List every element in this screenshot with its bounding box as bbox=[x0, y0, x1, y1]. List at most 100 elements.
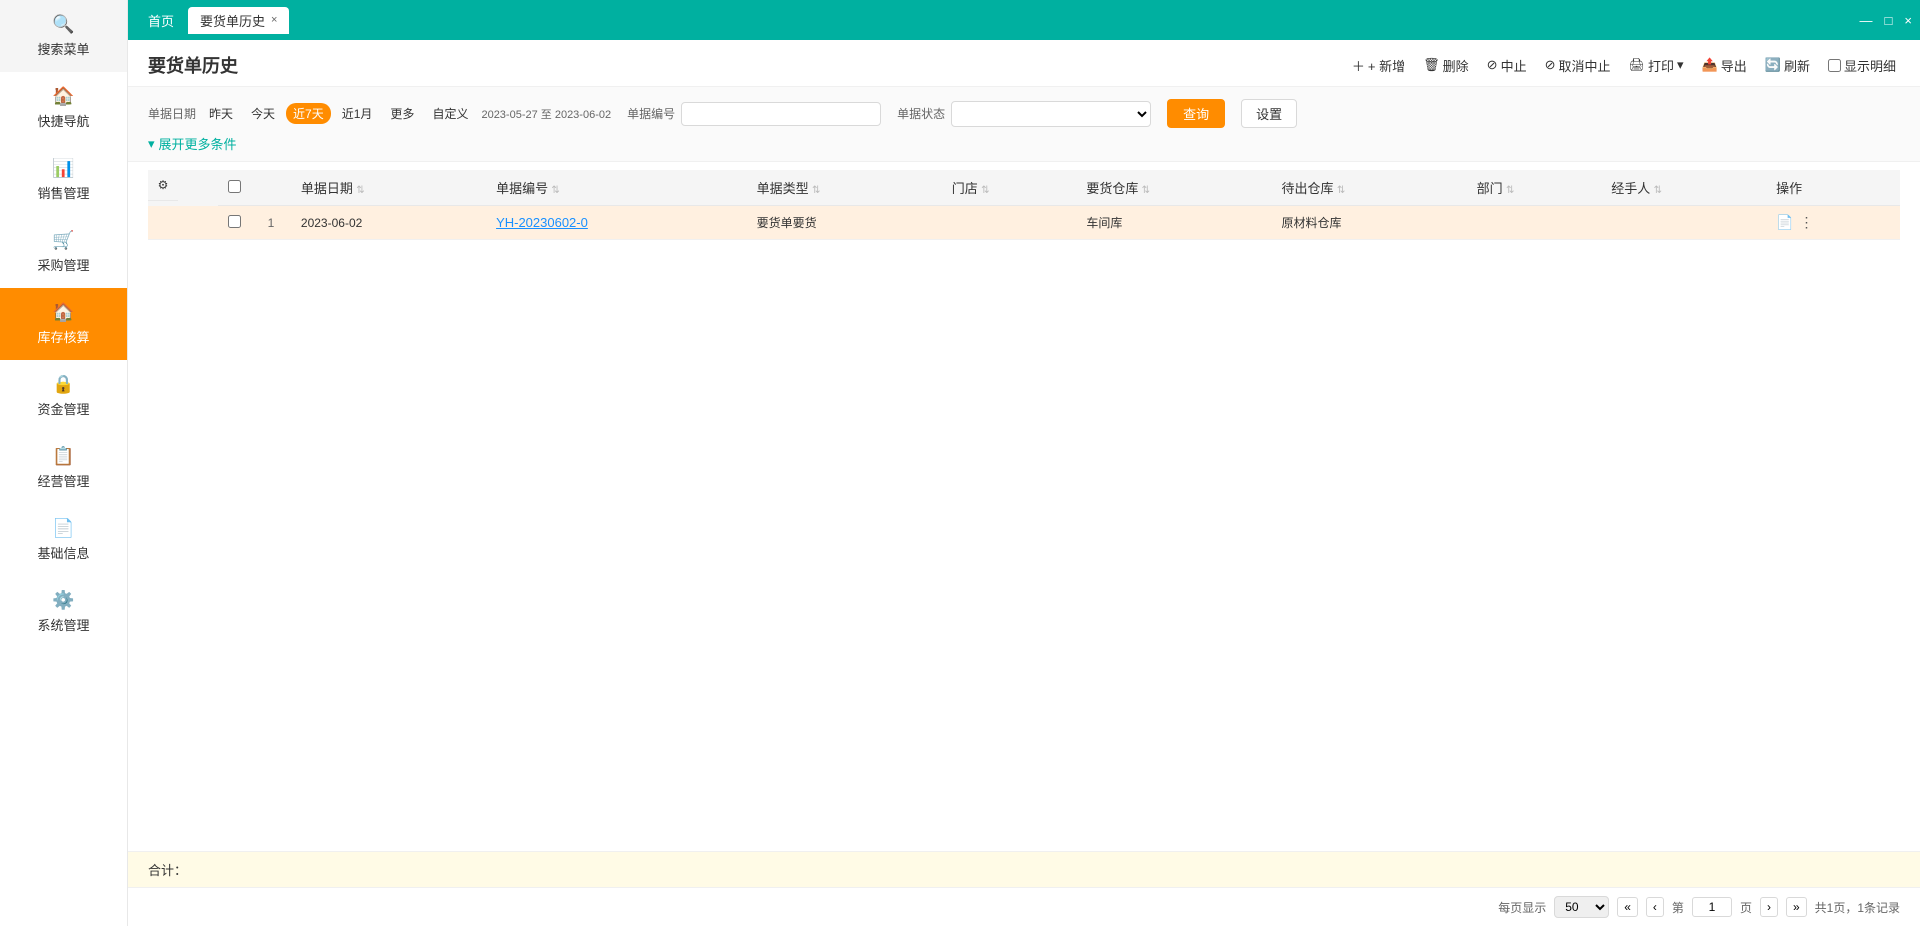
tab-active[interactable]: 要货单历史 × bbox=[188, 7, 289, 34]
window-maximize[interactable]: □ bbox=[1885, 13, 1893, 28]
show-detail-toggle[interactable]: 显示明细 bbox=[1824, 54, 1900, 77]
reqwh-sort-icon: ⇅ bbox=[1142, 185, 1150, 196]
next-page-button[interactable]: › bbox=[1760, 897, 1778, 917]
search-icon: 🔍 bbox=[52, 14, 74, 35]
date-1month[interactable]: 近1月 bbox=[335, 103, 380, 124]
query-button[interactable]: 查询 bbox=[1167, 99, 1225, 128]
sidebar-item-inventory[interactable]: 🏠 库存核算 bbox=[0, 288, 127, 360]
sidebar-item-finance[interactable]: 🔒 资金管理 bbox=[0, 360, 127, 432]
date-yesterday[interactable]: 昨天 bbox=[202, 103, 240, 124]
page-size-select[interactable]: 50 100 bbox=[1554, 896, 1609, 918]
window-minimize[interactable]: — bbox=[1860, 13, 1873, 28]
sidebar-item-purchase[interactable]: 🛒 采购管理 bbox=[0, 216, 127, 288]
status-filter-group: 单据状态 bbox=[897, 101, 1151, 127]
th-checkbox bbox=[218, 170, 251, 206]
tab-active-label: 要货单历史 bbox=[200, 11, 265, 30]
th-date[interactable]: 单据日期 ⇅ bbox=[291, 170, 486, 206]
sidebar-item-label: 经营管理 bbox=[37, 471, 89, 490]
row-more-icon[interactable]: ⋮ bbox=[1800, 214, 1814, 231]
date-range-buttons: 昨天 今天 近7天 近1月 更多 自定义 bbox=[202, 103, 475, 124]
row-pending-warehouse: 原材料仓库 bbox=[1271, 206, 1466, 240]
sidebar-item-search[interactable]: 🔍 搜索菜单 bbox=[0, 0, 127, 72]
sidebar: 🔍 搜索菜单 🏠 快捷导航 📊 销售管理 🛒 采购管理 🏠 库存核算 🔒 资金管… bbox=[0, 0, 128, 926]
expand-down-icon: ▾ bbox=[148, 136, 155, 152]
tab-close-icon[interactable]: × bbox=[271, 14, 277, 26]
date-7days[interactable]: 近7天 bbox=[286, 103, 331, 124]
row-checkbox-cell[interactable] bbox=[218, 206, 251, 240]
data-table: ⚙ 单据日期 ⇅ 单据编号 ⇅ bbox=[148, 170, 1900, 240]
row-view-icon[interactable]: 📄 bbox=[1776, 214, 1793, 231]
sidebar-item-operation[interactable]: 📋 经营管理 bbox=[0, 432, 127, 504]
last-page-button[interactable]: » bbox=[1786, 897, 1807, 917]
page-label: 第 bbox=[1672, 899, 1684, 916]
export-button[interactable]: 📤 导出 bbox=[1698, 54, 1751, 77]
purchase-icon: 🛒 bbox=[52, 230, 74, 251]
th-bill-type[interactable]: 单据类型 ⇅ bbox=[747, 170, 942, 206]
tab-home[interactable]: 首页 bbox=[136, 7, 186, 34]
th-handler[interactable]: 经手人 ⇅ bbox=[1601, 170, 1766, 206]
sidebar-item-label: 资金管理 bbox=[37, 399, 89, 418]
sidebar-item-label: 系统管理 bbox=[37, 615, 89, 634]
bill-no-filter-group: 单据编号 bbox=[627, 102, 881, 126]
sidebar-item-shortcut[interactable]: 🏠 快捷导航 bbox=[0, 72, 127, 144]
show-detail-checkbox[interactable] bbox=[1828, 59, 1841, 72]
sidebar-item-basic[interactable]: 📄 基础信息 bbox=[0, 504, 127, 576]
th-bill-no[interactable]: 单据编号 ⇅ bbox=[486, 170, 747, 206]
row-bill-type: 要货单要货 bbox=[747, 206, 942, 240]
window-close[interactable]: × bbox=[1904, 13, 1912, 28]
expand-filter-button[interactable]: ▾ 展开更多条件 bbox=[148, 134, 1900, 153]
settings-button[interactable]: 设置 bbox=[1241, 99, 1297, 128]
page-suffix: 页 bbox=[1740, 899, 1752, 916]
prev-page-button[interactable]: ‹ bbox=[1646, 897, 1664, 917]
row-bill-no[interactable]: YH-20230602-0 bbox=[486, 206, 747, 240]
first-page-button[interactable]: « bbox=[1617, 897, 1638, 917]
main-area: 首页 要货单历史 × — □ × 要货单历史 ＋ + 新增 🗑 删除 bbox=[128, 0, 1920, 926]
cancel-stop-icon: ⊘ bbox=[1545, 57, 1556, 73]
delete-icon: 🗑 bbox=[1423, 57, 1440, 73]
sidebar-item-label: 采购管理 bbox=[37, 255, 89, 274]
basic-icon: 📄 bbox=[52, 518, 74, 539]
sidebar-item-label: 销售管理 bbox=[37, 183, 89, 202]
sidebar-item-label: 搜索菜单 bbox=[37, 39, 89, 58]
th-req-warehouse[interactable]: 要货仓库 ⇅ bbox=[1076, 170, 1271, 206]
th-num bbox=[251, 170, 291, 206]
row-checkbox[interactable] bbox=[228, 215, 241, 228]
footer-total: 合计： bbox=[128, 851, 1920, 887]
date-more[interactable]: 更多 bbox=[383, 103, 421, 124]
table-header-row: ⚙ 单据日期 ⇅ 单据编号 ⇅ bbox=[148, 170, 1900, 206]
refresh-button[interactable]: 🔄 刷新 bbox=[1761, 54, 1814, 77]
select-all-checkbox[interactable] bbox=[228, 180, 241, 193]
table-row: 1 2023-06-02 YH-20230602-0 要货单要货 车间库 原材料… bbox=[148, 206, 1900, 240]
page-number-input[interactable] bbox=[1692, 897, 1732, 917]
th-department[interactable]: 部门 ⇅ bbox=[1467, 170, 1602, 206]
status-select[interactable] bbox=[951, 101, 1151, 127]
date-today[interactable]: 今天 bbox=[244, 103, 282, 124]
cancel-stop-button[interactable]: ⊘ 取消中止 bbox=[1541, 54, 1615, 77]
print-button[interactable]: 🖨 打印 ▾ bbox=[1625, 54, 1688, 77]
bill-no-input[interactable] bbox=[681, 102, 881, 126]
row-department bbox=[1467, 206, 1602, 240]
date-custom[interactable]: 自定义 bbox=[425, 103, 475, 124]
th-pending-warehouse[interactable]: 待出仓库 ⇅ bbox=[1271, 170, 1466, 206]
filter-area: 单据日期 昨天 今天 近7天 近1月 更多 自定义 2023-05-27 至 2… bbox=[128, 87, 1920, 162]
total-info: 共1页，1条记录 bbox=[1815, 899, 1900, 916]
sidebar-item-sales[interactable]: 📊 销售管理 bbox=[0, 144, 127, 216]
row-date: 2023-06-02 bbox=[291, 206, 486, 240]
stop-icon: ⊘ bbox=[1487, 57, 1498, 73]
delete-button[interactable]: 🗑 删除 bbox=[1419, 54, 1473, 77]
page-size-label: 每页显示 bbox=[1498, 899, 1546, 916]
th-store[interactable]: 门店 ⇅ bbox=[942, 170, 1077, 206]
billtype-sort-icon: ⇅ bbox=[812, 185, 820, 196]
handler-sort-icon: ⇅ bbox=[1654, 185, 1662, 196]
sidebar-item-system[interactable]: ⚙️ 系统管理 bbox=[0, 576, 127, 648]
new-icon: ＋ bbox=[1352, 56, 1365, 75]
th-settings[interactable]: ⚙ bbox=[148, 170, 178, 201]
inventory-icon: 🏠 bbox=[52, 302, 74, 323]
sidebar-item-label: 基础信息 bbox=[37, 543, 89, 562]
page-title: 要货单历史 bbox=[148, 52, 1348, 78]
row-store bbox=[942, 206, 1077, 240]
stop-button[interactable]: ⊘ 中止 bbox=[1483, 54, 1531, 77]
row-action: 📄 ⋮ bbox=[1766, 206, 1900, 240]
date-sort-icon: ⇅ bbox=[356, 185, 364, 196]
new-button[interactable]: ＋ + 新增 bbox=[1348, 54, 1409, 77]
